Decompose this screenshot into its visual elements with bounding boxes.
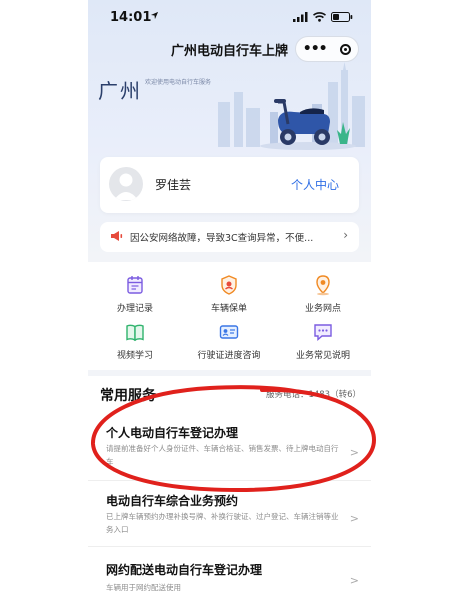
shield-icon bbox=[221, 275, 237, 295]
id-card-icon bbox=[219, 325, 239, 339]
personal-center-link[interactable]: 个人中心 bbox=[291, 176, 339, 193]
chevron-right-icon: › bbox=[343, 228, 348, 242]
wifi-icon bbox=[313, 12, 326, 22]
service-title: 电动自行车综合业务预约 bbox=[106, 494, 239, 508]
grid-item-video[interactable]: 视频学习 bbox=[88, 321, 182, 361]
chevron-right-icon: > bbox=[349, 574, 359, 587]
phone-screen: 14:01 广州电动自行车上牌 ••• 广州 欢迎使用电动自行车服务 罗佳芸 个… bbox=[88, 0, 371, 600]
grid-item-outlets[interactable]: 业务网点 bbox=[276, 274, 370, 314]
service-desc: 已上牌车辆预约办理补换号牌、补换行驶证、过户登记、车辆注销等业务入口 bbox=[106, 512, 339, 534]
mini-program-capsule[interactable]: ••• bbox=[295, 36, 359, 62]
megaphone-icon bbox=[111, 231, 123, 241]
city-name: 广州 bbox=[98, 79, 142, 103]
grid-label: 车辆保单 bbox=[210, 304, 247, 314]
grid-item-faq[interactable]: 业务常见说明 bbox=[276, 321, 370, 361]
service-desc: 车辆用于网约配送使用 bbox=[106, 583, 181, 592]
service-title: 网约配送电动自行车登记办理 bbox=[106, 563, 263, 577]
quick-access-grid: 办理记录 车辆保单 业务网点 视频学习 行驶证进度咨询 业务常见说明 bbox=[88, 262, 371, 370]
user-avatar-icon bbox=[114, 173, 138, 200]
service-desc: 请提前准备好个人身份证件、车辆合格证、销售发票、待上牌电动自行车 bbox=[106, 444, 339, 466]
scooter-skyline-illustration bbox=[218, 62, 365, 150]
user-name: 罗佳芸 bbox=[155, 178, 192, 192]
service-hotline[interactable]: 服务电话：1483（转6） bbox=[266, 388, 361, 400]
grid-item-policy[interactable]: 车辆保单 bbox=[182, 274, 276, 314]
grid-item-records[interactable]: 办理记录 bbox=[88, 274, 182, 314]
signal-icon bbox=[293, 12, 308, 22]
section-title: 常用服务 bbox=[100, 388, 156, 404]
service-item-personal-registration[interactable]: 个人电动自行车登记办理 请提前准备好个人身份证件、车辆合格证、销售发票、待上牌电… bbox=[88, 414, 371, 481]
grid-label: 办理记录 bbox=[116, 304, 153, 314]
grid-item-license-progress[interactable]: 行驶证进度咨询 bbox=[182, 321, 276, 361]
calendar-icon bbox=[127, 276, 143, 294]
grid-label: 视频学习 bbox=[116, 351, 153, 361]
chevron-right-icon: > bbox=[349, 446, 359, 459]
notice-text: 因公安网络故障，导致3C查询异常，不便... bbox=[130, 233, 314, 244]
welcome-text: 欢迎使用电动自行车服务 bbox=[145, 79, 212, 86]
service-item-delivery-registration[interactable]: 网约配送电动自行车登记办理 车辆用于网约配送使用 > bbox=[88, 546, 371, 600]
grid-label: 业务网点 bbox=[304, 304, 341, 314]
target-circle-icon[interactable] bbox=[340, 43, 352, 55]
service-item-comprehensive-booking[interactable]: 电动自行车综合业务预约 已上牌车辆预约办理补换号牌、补换行驶证、过户登记、车辆注… bbox=[88, 480, 371, 547]
chevron-right-icon: > bbox=[349, 512, 359, 525]
battery-icon bbox=[331, 12, 353, 22]
location-pin-icon bbox=[316, 275, 330, 296]
chat-bubble-icon bbox=[314, 324, 332, 342]
service-title: 个人电动自行车登记办理 bbox=[106, 426, 239, 440]
status-time: 14:01 bbox=[110, 10, 152, 25]
book-icon bbox=[126, 324, 144, 342]
profile-card[interactable]: 罗佳芸 个人中心 bbox=[100, 157, 359, 213]
more-dots-icon[interactable]: ••• bbox=[303, 42, 328, 56]
status-bar: 14:01 bbox=[88, 0, 371, 34]
notice-bar[interactable]: 因公安网络故障，导致3C查询异常，不便... › bbox=[100, 222, 359, 252]
status-icons bbox=[293, 12, 353, 22]
location-arrow-icon bbox=[150, 11, 159, 20]
grid-label: 行驶证进度咨询 bbox=[197, 351, 261, 361]
grid-label: 业务常见说明 bbox=[295, 351, 350, 361]
avatar[interactable] bbox=[109, 167, 143, 201]
common-services-section: 常用服务 服务电话：1483（转6） 个人电动自行车登记办理 请提前准备好个人身… bbox=[88, 376, 371, 600]
